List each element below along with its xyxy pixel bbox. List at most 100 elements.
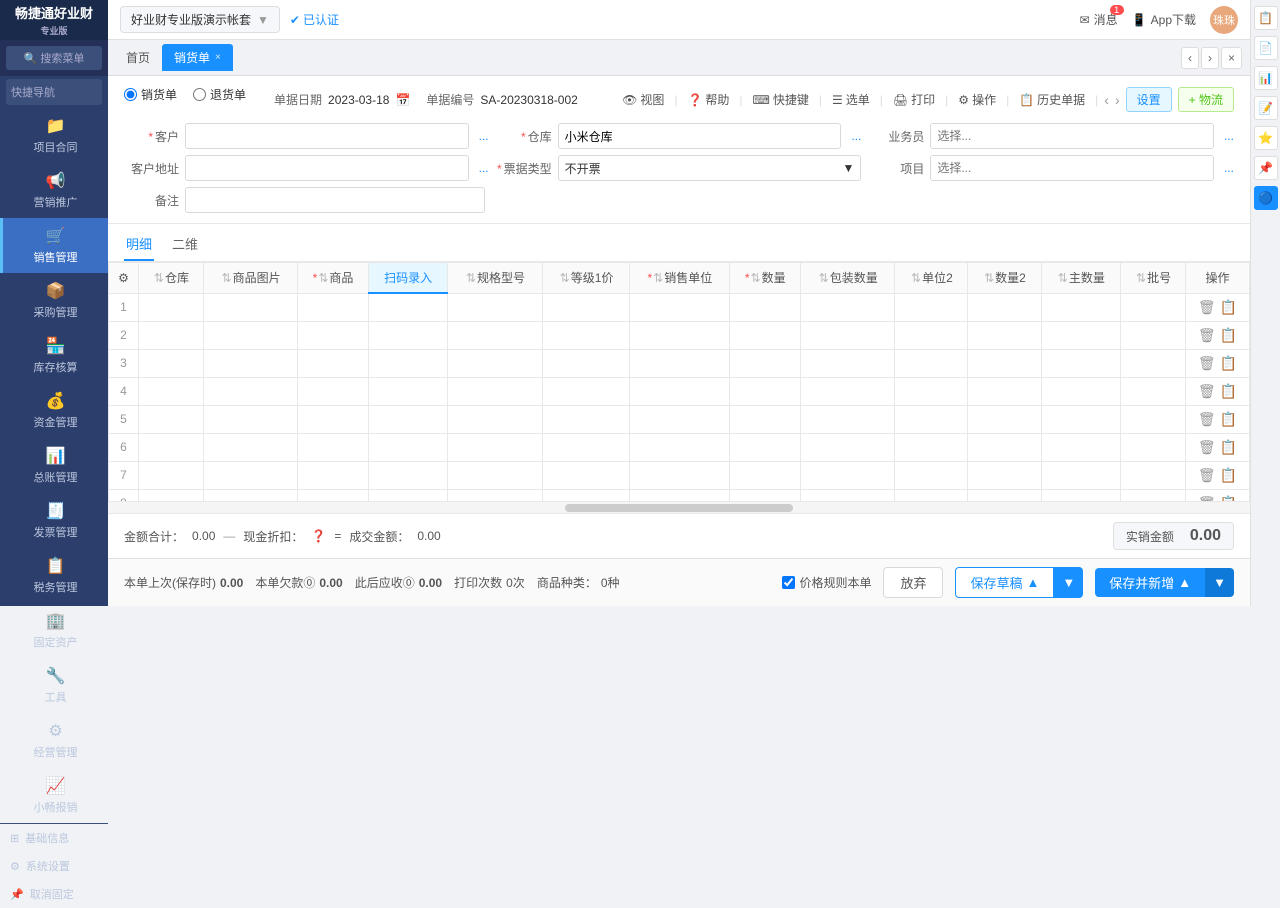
tab-close-all-button[interactable]: × — [1221, 47, 1242, 69]
cell-main-qty[interactable] — [1041, 293, 1121, 321]
copy-row-button[interactable]: 📋 — [1220, 467, 1237, 484]
project-dots[interactable]: ... — [1224, 161, 1234, 175]
scroll-bar[interactable] — [108, 501, 1250, 513]
radio-invoice[interactable]: 销货单 — [124, 86, 177, 103]
date-value[interactable]: 2023-03-18 — [328, 93, 389, 107]
salesperson-dots[interactable]: ... — [1224, 129, 1234, 143]
project-input[interactable] — [930, 155, 1214, 181]
right-panel-btn-7[interactable]: 🔵 — [1254, 186, 1278, 210]
sidebar-item-settings[interactable]: ⚙ 系统设置 — [0, 852, 108, 880]
warehouse-dots[interactable]: ... — [851, 129, 861, 143]
copy-row-button[interactable]: 📋 — [1220, 299, 1237, 316]
sidebar-item-pin[interactable]: 📌 取消固定 — [0, 880, 108, 908]
delete-row-button[interactable]: 🗑 — [1198, 467, 1216, 484]
toolbar-nav-next[interactable]: › — [1115, 92, 1120, 108]
cell-pack-qty[interactable] — [801, 293, 895, 321]
delete-row-button[interactable]: 🗑 — [1198, 439, 1216, 456]
th-scan-input[interactable]: 扫码录入 — [368, 263, 448, 294]
right-panel-btn-6[interactable]: 📌 — [1254, 156, 1278, 180]
copy-row-button[interactable]: 📋 — [1220, 355, 1237, 372]
history-button[interactable]: 📋 历史单据 — [1015, 89, 1089, 110]
remark-input[interactable] — [185, 187, 485, 213]
radio-return[interactable]: 退货单 — [193, 86, 246, 103]
company-selector[interactable]: 好业财专业版演示帐套 ▼ — [120, 6, 280, 33]
invoice-select[interactable]: 不开票 ▼ — [558, 155, 862, 181]
right-panel-btn-2[interactable]: 📄 — [1254, 36, 1278, 60]
th-pack-qty[interactable]: ⇅包装数量 — [801, 263, 895, 294]
sidebar-item-invoices[interactable]: 🧾 发票管理 — [0, 493, 108, 548]
radio-return-input[interactable] — [193, 88, 206, 101]
sidebar-item-projects[interactable]: 📁 项目合同 — [0, 108, 108, 163]
copy-row-button[interactable]: 📋 — [1220, 327, 1237, 344]
address-dots[interactable]: ... — [479, 161, 489, 175]
cell-warehouse[interactable] — [139, 293, 204, 321]
sidebar-item-inventory[interactable]: 🏪 库存核算 — [0, 328, 108, 383]
th-settings[interactable]: ⚙ — [109, 263, 139, 294]
save-draft-button[interactable]: 保存草稿 ▲ — [955, 567, 1054, 598]
delete-row-button[interactable]: 🗑 — [1198, 411, 1216, 428]
price-checkbox-input[interactable] — [782, 576, 795, 589]
th-sales-unit[interactable]: *⇅销售单位 — [630, 263, 730, 294]
toolbar-nav-prev[interactable]: ‹ — [1104, 92, 1109, 108]
view-button[interactable]: 👁 视图 — [618, 89, 668, 110]
quick-nav-button[interactable]: 快捷导航 — [6, 79, 102, 105]
sidebar-item-base[interactable]: ⊞ 基础信息 — [0, 824, 108, 852]
app-download-button[interactable]: 📱 App下载 — [1132, 11, 1196, 28]
right-panel-btn-4[interactable]: 📝 — [1254, 96, 1278, 120]
tab-close-icon[interactable]: × — [215, 52, 221, 63]
tab-2d[interactable]: 二维 — [170, 230, 200, 261]
copy-row-button[interactable]: 📋 — [1220, 383, 1237, 400]
sidebar-item-assets[interactable]: 🏢 固定资产 — [0, 603, 108, 658]
delete-row-button[interactable]: 🗑 — [1198, 355, 1216, 372]
th-unit2[interactable]: ⇅单位2 — [895, 263, 968, 294]
th-main-qty[interactable]: ⇅主数量 — [1041, 263, 1121, 294]
sidebar-item-ops[interactable]: ⚙ 经营管理 — [0, 713, 108, 768]
copy-row-button[interactable]: 📋 — [1220, 411, 1237, 428]
right-panel-btn-3[interactable]: 📊 — [1254, 66, 1278, 90]
tab-invoice[interactable]: 销货单 × — [162, 44, 233, 71]
cell-qty[interactable] — [730, 293, 801, 321]
sidebar-item-finance[interactable]: 💰 资金管理 — [0, 383, 108, 438]
th-spec-model[interactable]: ⇅规格型号 — [448, 263, 542, 294]
salesperson-input[interactable] — [930, 123, 1214, 149]
logistics-button[interactable]: + 物流 — [1178, 87, 1234, 112]
sidebar-item-purchase[interactable]: 📦 采购管理 — [0, 273, 108, 328]
save-draft-dropdown-button[interactable]: ▼ — [1054, 567, 1083, 598]
shortcut-button[interactable]: ⌨ 快捷键 — [749, 89, 813, 110]
delete-row-button[interactable]: 🗑 — [1198, 299, 1216, 316]
address-input[interactable] — [185, 155, 469, 181]
sidebar-item-sales[interactable]: 🛒 销售管理 — [0, 218, 108, 273]
cell-batch[interactable] — [1121, 293, 1186, 321]
set-button[interactable]: 设置 — [1126, 87, 1172, 112]
tab-home[interactable]: 首页 — [116, 43, 160, 72]
th-grade1-price[interactable]: ⇅等级1价 — [542, 263, 630, 294]
cell-qty2[interactable] — [968, 293, 1041, 321]
tab-detail[interactable]: 明细 — [124, 230, 154, 261]
cell-scan[interactable] — [368, 293, 448, 321]
abandon-button[interactable]: 放弃 — [883, 567, 943, 598]
save-new-button[interactable]: 保存并新增 ▲ — [1095, 568, 1205, 597]
radio-invoice-input[interactable] — [124, 88, 137, 101]
sidebar-item-reports[interactable]: 📈 小畅报销 — [0, 768, 108, 823]
cell-unit2[interactable] — [895, 293, 968, 321]
copy-row-button[interactable]: 📋 — [1220, 439, 1237, 456]
th-warehouse[interactable]: ⇅仓库 — [139, 263, 204, 294]
save-new-dropdown-button[interactable]: ▼ — [1205, 568, 1234, 597]
delete-row-button[interactable]: 🗑 — [1198, 383, 1216, 400]
sidebar-item-tax[interactable]: 📋 税务管理 — [0, 548, 108, 603]
help-button[interactable]: ❓ 帮助 — [683, 89, 733, 110]
cell-price[interactable] — [542, 293, 630, 321]
operation-button[interactable]: ⚙ 操作 — [954, 89, 1000, 110]
tab-next-button[interactable]: › — [1201, 47, 1219, 69]
print-button[interactable]: 🖨 打印 — [889, 89, 939, 110]
th-product-image[interactable]: ⇅商品图片 — [203, 263, 297, 294]
customer-dots[interactable]: ... — [479, 129, 489, 143]
th-product[interactable]: *⇅商品 — [298, 263, 369, 294]
warehouse-input[interactable] — [558, 123, 842, 149]
cell-product[interactable] — [298, 293, 369, 321]
tab-prev-button[interactable]: ‹ — [1181, 47, 1199, 69]
sidebar-item-marketing[interactable]: 📢 营销推广 — [0, 163, 108, 218]
th-batch[interactable]: ⇅批号 — [1121, 263, 1186, 294]
sidebar-item-accounts[interactable]: 📊 总账管理 — [0, 438, 108, 493]
th-qty2[interactable]: ⇅数量2 — [968, 263, 1041, 294]
